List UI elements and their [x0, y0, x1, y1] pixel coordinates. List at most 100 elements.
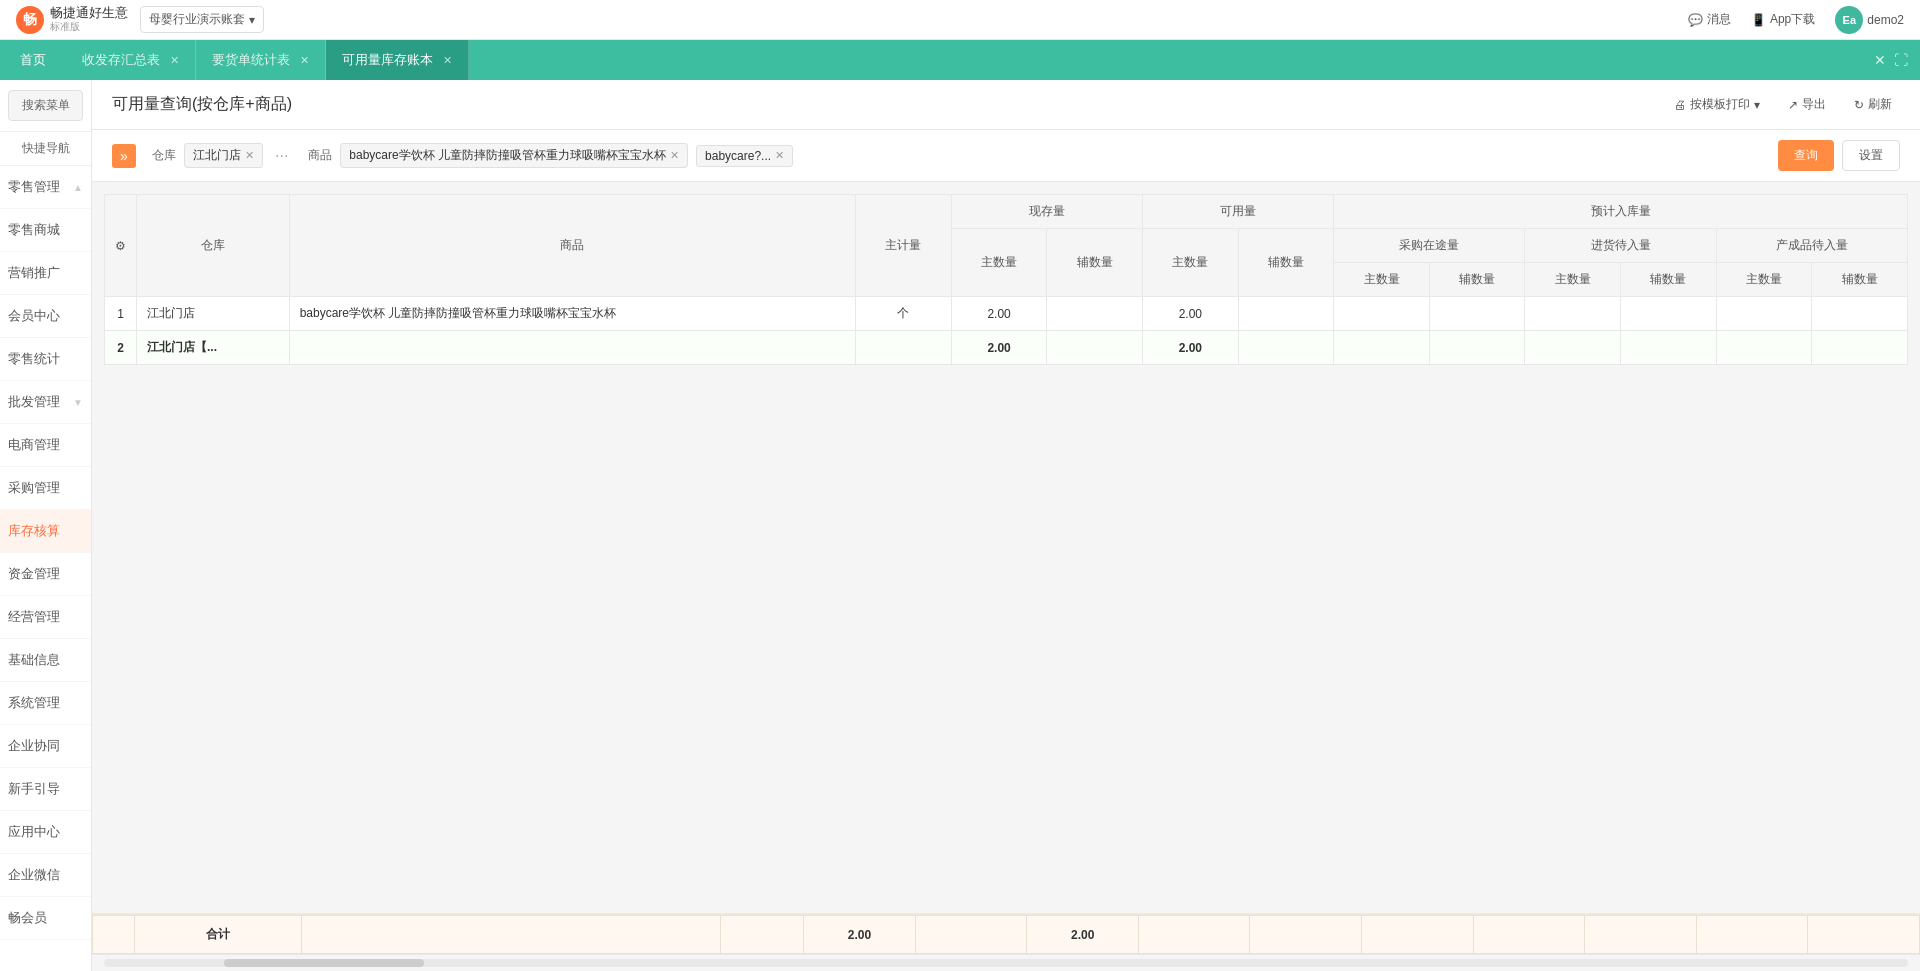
- sidebar-item-inventory[interactable]: 库存核算: [0, 510, 91, 553]
- cell-seq: 1: [105, 297, 137, 331]
- col-header-available: 可用量: [1143, 195, 1334, 229]
- cell-stock-main: 2.00: [951, 297, 1047, 331]
- product-tag1: babycare学饮杯 儿童防摔防撞吸管杯重力球吸嘴杯宝宝水杯 ✕: [340, 143, 688, 168]
- col-header-pur-main: 主数量: [1334, 263, 1430, 297]
- cell-inc-sub: [1621, 331, 1717, 365]
- cell-warehouse: 江北门店: [137, 297, 290, 331]
- sidebar-item-guide[interactable]: 新手引导: [0, 768, 91, 811]
- footer-pur-main: [1250, 916, 1362, 954]
- remove-product2-icon[interactable]: ✕: [775, 149, 784, 162]
- footer-inc-sub: [1585, 916, 1697, 954]
- sidebar-item-wechat[interactable]: 企业微信: [0, 854, 91, 897]
- cell-stock-sub: [1047, 331, 1143, 365]
- col-header-settings[interactable]: ⚙: [105, 195, 137, 297]
- data-table: ⚙ 仓库 商品 主计量 现存量 可用量 预计入库量 主数量 辅数量 主数量 辅数…: [104, 194, 1908, 365]
- tab-order-stats[interactable]: 要货单统计表 ✕: [196, 40, 326, 80]
- top-bar-left: 畅 畅捷通好生意 标准版 母婴行业演示账套 ▾: [16, 5, 264, 35]
- close-tab1-icon[interactable]: ✕: [170, 54, 179, 67]
- warehouse-more-icon[interactable]: ···: [271, 147, 292, 165]
- cell-prod-sub: [1812, 331, 1908, 365]
- app-download-button[interactable]: 📱 App下载: [1751, 11, 1815, 28]
- scrollbar-thumb[interactable]: [224, 959, 424, 967]
- cell-inc-sub: [1621, 297, 1717, 331]
- print-button[interactable]: 🖨 按模板打印 ▾: [1666, 92, 1768, 117]
- cell-pur-sub: [1429, 331, 1525, 365]
- footer-pur-sub: [1362, 916, 1474, 954]
- col-header-stock-sub: 辅数量: [1047, 229, 1143, 297]
- col-header-product: 商品: [289, 195, 856, 297]
- warehouse-label: 仓库: [152, 147, 176, 164]
- filter-toggle-button[interactable]: »: [112, 144, 136, 168]
- scrollbar-container: [92, 954, 1920, 971]
- remove-warehouse-icon[interactable]: ✕: [245, 149, 254, 162]
- cell-warehouse: 江北门店【...: [137, 331, 290, 365]
- col-header-avail-sub: 辅数量: [1238, 229, 1334, 297]
- industry-selector[interactable]: 母婴行业演示账套 ▾: [140, 6, 264, 33]
- footer-stock-main: 2.00: [804, 916, 916, 954]
- product-filter-group: 商品 babycare学饮杯 儿童防摔防撞吸管杯重力球吸嘴杯宝宝水杯 ✕ bab…: [308, 143, 793, 168]
- chevron-down-icon: ▾: [249, 13, 255, 27]
- cell-avail-sub: [1238, 331, 1334, 365]
- refresh-button[interactable]: ↻ 刷新: [1846, 92, 1900, 117]
- scrollbar-track: [104, 959, 1908, 967]
- chevron-icon: ▼: [73, 397, 83, 408]
- footer-label: 合计: [134, 916, 301, 954]
- sidebar-item-members[interactable]: 会员中心: [0, 295, 91, 338]
- search-menu-button[interactable]: 搜索菜单: [8, 90, 83, 121]
- quick-nav-button[interactable]: 快捷导航: [0, 132, 91, 166]
- sidebar-item-basic-info[interactable]: 基础信息: [0, 639, 91, 682]
- sidebar-item-system[interactable]: 系统管理: [0, 682, 91, 725]
- remove-product1-icon[interactable]: ✕: [670, 149, 679, 162]
- sidebar-item-retail-mall[interactable]: 零售商城: [0, 209, 91, 252]
- sidebar-item-membership[interactable]: 畅会员: [0, 897, 91, 940]
- sidebar-item-operations[interactable]: 经营管理: [0, 596, 91, 639]
- maximize-icon[interactable]: ⛶: [1894, 52, 1908, 68]
- nav-tabs-bar: 首页 收发存汇总表 ✕ 要货单统计表 ✕ 可用量库存账本 ✕ ✕ ⛶: [0, 40, 1920, 80]
- table-wrapper[interactable]: ⚙ 仓库 商品 主计量 现存量 可用量 预计入库量 主数量 辅数量 主数量 辅数…: [92, 182, 1920, 913]
- sidebar: 搜索菜单 快捷导航 零售管理 ▲ 零售商城 营销推广 会员中心 零售统计 批发管…: [0, 80, 92, 971]
- product-tag2: babycare?... ✕: [696, 145, 793, 167]
- query-button[interactable]: 查询: [1778, 140, 1834, 171]
- chevron-down-icon: ▾: [1754, 98, 1760, 112]
- footer-stock-sub: [915, 916, 1027, 954]
- tab-home[interactable]: 首页: [0, 40, 66, 80]
- sidebar-item-marketing[interactable]: 营销推广: [0, 252, 91, 295]
- sidebar-item-purchase[interactable]: 采购管理: [0, 467, 91, 510]
- col-header-avail-main: 主数量: [1143, 229, 1239, 297]
- col-header-purchase: 采购在途量: [1334, 229, 1525, 263]
- cell-inc-main: [1525, 331, 1621, 365]
- close-all-icon[interactable]: ✕: [1874, 52, 1886, 68]
- cell-product: babycare学饮杯 儿童防摔防撞吸管杯重力球吸嘴杯宝宝水杯: [289, 297, 856, 331]
- main-layout: 搜索菜单 快捷导航 零售管理 ▲ 零售商城 营销推广 会员中心 零售统计 批发管…: [0, 80, 1920, 971]
- sidebar-item-retail-mgmt[interactable]: 零售管理 ▲: [0, 166, 91, 209]
- cell-prod-sub: [1812, 297, 1908, 331]
- settings-button[interactable]: 设置: [1842, 140, 1900, 171]
- col-header-main-unit: 主计量: [856, 195, 952, 297]
- sidebar-item-retail-stats[interactable]: 零售统计: [0, 338, 91, 381]
- cell-prod-main: [1716, 297, 1812, 331]
- sidebar-item-finance[interactable]: 资金管理: [0, 553, 91, 596]
- content-area: 可用量查询(按仓库+商品) 🖨 按模板打印 ▾ ↗ 导出 ↻ 刷新 »: [92, 80, 1920, 971]
- user-menu[interactable]: Ea demo2: [1835, 6, 1904, 34]
- sidebar-item-enterprise[interactable]: 企业协同: [0, 725, 91, 768]
- footer-prod-sub: [1808, 916, 1920, 954]
- sidebar-item-wholesale[interactable]: 批发管理 ▼: [0, 381, 91, 424]
- warehouse-tag: 江北门店 ✕: [184, 143, 263, 168]
- download-icon: 📱: [1751, 13, 1766, 27]
- tab-receivable-summary[interactable]: 收发存汇总表 ✕: [66, 40, 196, 80]
- message-button[interactable]: 💬 消息: [1688, 11, 1731, 28]
- tab-available-inventory[interactable]: 可用量库存账本 ✕: [326, 40, 469, 80]
- footer-unit-empty: [720, 916, 804, 954]
- sidebar-item-app-center[interactable]: 应用中心: [0, 811, 91, 854]
- cell-seq: 2: [105, 331, 137, 365]
- avatar: Ea: [1835, 6, 1863, 34]
- filter-actions: 查询 设置: [1778, 140, 1900, 171]
- cell-avail-sub: [1238, 297, 1334, 331]
- col-header-produced: 产成品待入量: [1716, 229, 1907, 263]
- col-header-forecast: 预计入库量: [1334, 195, 1908, 229]
- close-tab2-icon[interactable]: ✕: [300, 54, 309, 67]
- sidebar-item-ecommerce[interactable]: 电商管理: [0, 424, 91, 467]
- footer-prod-main: [1696, 916, 1808, 954]
- export-button[interactable]: ↗ 导出: [1780, 92, 1834, 117]
- close-tab3-icon[interactable]: ✕: [443, 54, 452, 67]
